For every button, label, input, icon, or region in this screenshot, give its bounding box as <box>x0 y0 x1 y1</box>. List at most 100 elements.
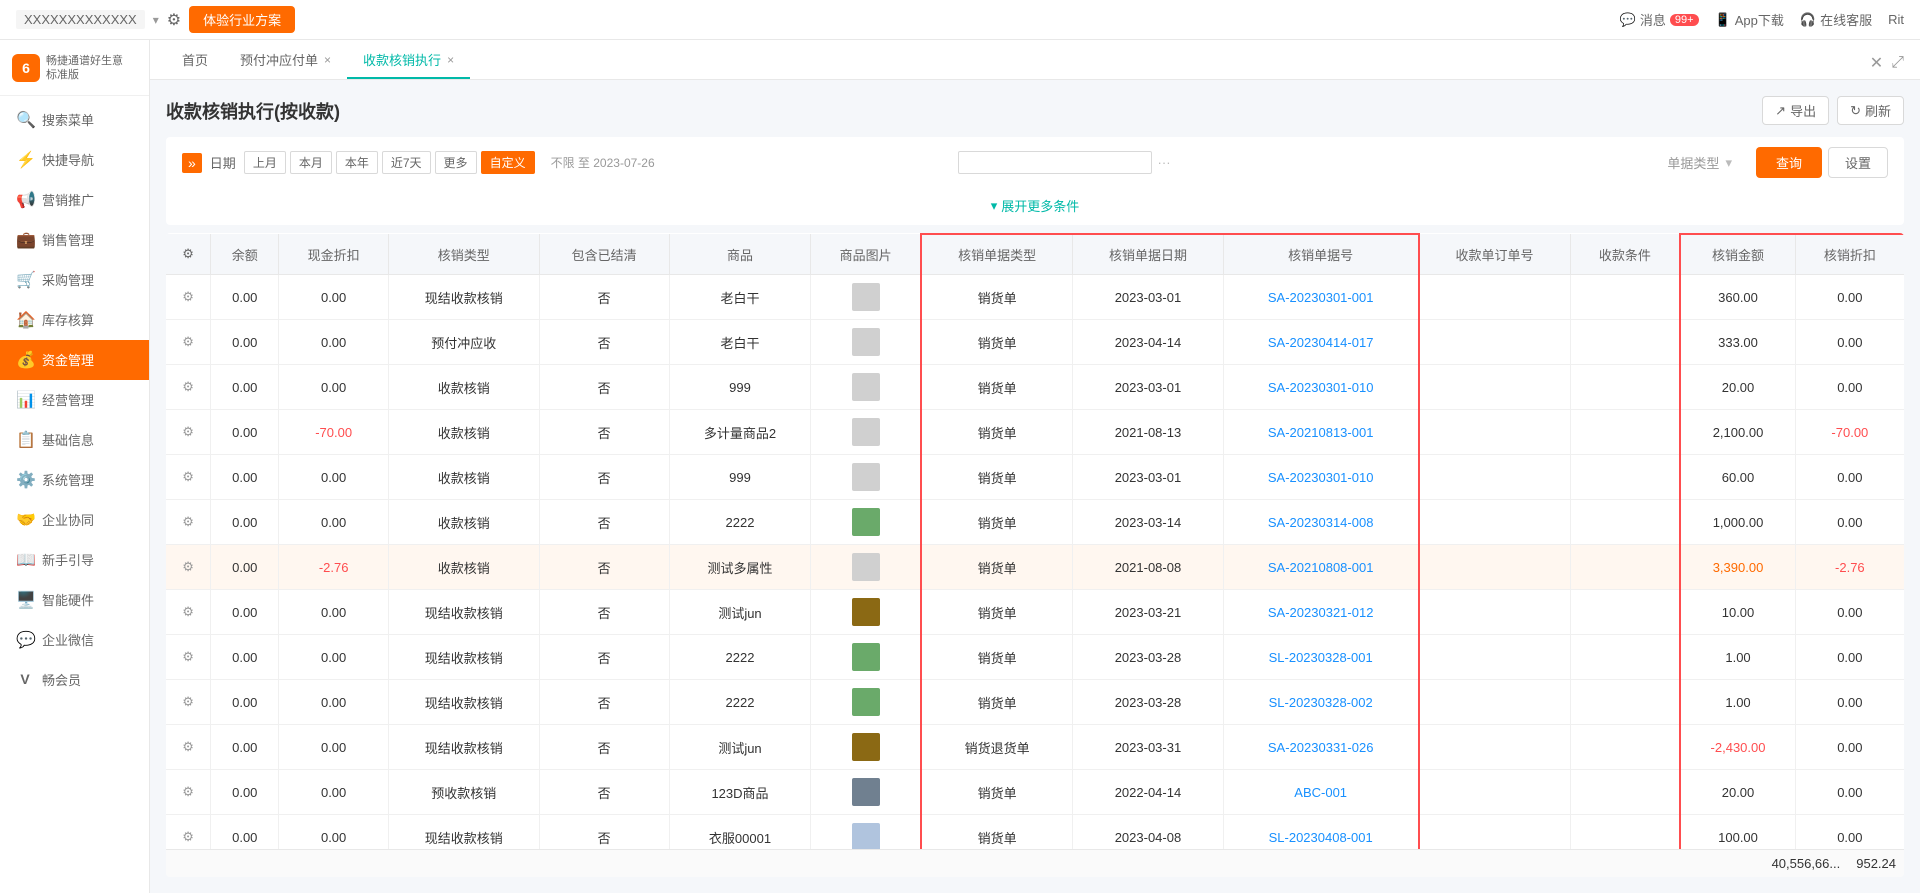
sidebar-item-search[interactable]: 🔍 搜索菜单 <box>0 100 149 140</box>
tab-collection-close[interactable]: × <box>447 53 454 67</box>
tab-prepay[interactable]: 预付冲应付单 × <box>224 42 347 79</box>
filter-this-year[interactable]: 本年 <box>336 151 378 174</box>
sidebar-item-marketing[interactable]: 📢 营销推广 <box>0 180 149 220</box>
row-bill-no[interactable]: SA-20230301-010 <box>1223 365 1418 410</box>
row-bill-type: 销货单 <box>921 275 1073 320</box>
col-header-type: 核销类型 <box>388 234 539 275</box>
filter-this-month[interactable]: 本月 <box>290 151 332 174</box>
sidebar-item-system[interactable]: ⚙️ 系统管理 <box>0 460 149 500</box>
row-bill-no[interactable]: SA-20230301-001 <box>1223 275 1418 320</box>
sidebar-item-member[interactable]: V 畅会员 <box>0 660 149 699</box>
row-type: 现结收款核销 <box>388 680 539 725</box>
filter-more[interactable]: 更多 <box>435 151 477 174</box>
table-body: ⚙ 0.00 0.00 现结收款核销 否 老白干 销货单 2023-03-01 … <box>166 275 1904 850</box>
filter-last-month[interactable]: 上月 <box>244 151 286 174</box>
tab-prepay-close[interactable]: × <box>324 53 331 67</box>
row-goods-img <box>811 500 921 545</box>
row-bill-no[interactable]: SA-20230314-008 <box>1223 500 1418 545</box>
sidebar-item-inventory[interactable]: 🏠 库存核算 <box>0 300 149 340</box>
page-actions: ↗ 导出 ↻ 刷新 <box>1762 96 1904 125</box>
message-item[interactable]: 💬 消息 99+ <box>1620 10 1699 29</box>
row-gear[interactable]: ⚙ <box>166 545 211 590</box>
table-scroll[interactable]: ⚙ 余额 现金折扣 核销类型 包含已结清 商品 商品图片 核销单据类型 核销单据… <box>166 233 1904 849</box>
sidebar-item-operations[interactable]: 📊 经营管理 <box>0 380 149 420</box>
row-bill-no[interactable]: ABC-001 <box>1223 770 1418 815</box>
row-gear[interactable]: ⚙ <box>166 725 211 770</box>
company-dropdown-icon[interactable]: ▾ <box>153 13 159 27</box>
row-bill-type: 销货单 <box>921 320 1073 365</box>
row-payment-term <box>1570 410 1680 455</box>
tab-home[interactable]: 首页 <box>166 42 224 79</box>
counterpart-input[interactable] <box>958 151 1152 174</box>
row-gear[interactable]: ⚙ <box>166 410 211 455</box>
setting-button[interactable]: 设置 <box>1828 147 1888 178</box>
row-gear[interactable]: ⚙ <box>166 680 211 725</box>
app-download-item[interactable]: 📱 App下载 <box>1715 10 1784 29</box>
row-bill-date: 2023-03-01 <box>1073 275 1224 320</box>
row-balance: 0.00 <box>211 545 279 590</box>
sidebar-item-wechat[interactable]: 💬 企业微信 <box>0 620 149 660</box>
sidebar-logo: 6 畅捷通谱好生意 标准版 <box>0 48 149 96</box>
main-content: 首页 预付冲应付单 × 收款核销执行 × ✕ ⤢ 收款核销执行(按收款) <box>150 40 1920 893</box>
export-button[interactable]: ↗ 导出 <box>1762 96 1829 125</box>
row-goods-img <box>811 275 921 320</box>
download-icon: 📱 <box>1715 12 1731 28</box>
tab-expand-icon[interactable]: ⤢ <box>1891 54 1904 72</box>
row-settled: 否 <box>539 365 669 410</box>
sidebar-item-guide[interactable]: 📖 新手引导 <box>0 540 149 580</box>
row-bill-no[interactable]: SA-20230331-026 <box>1223 725 1418 770</box>
row-type: 收款核销 <box>388 500 539 545</box>
company-name[interactable]: XXXXXXXXXXXXX <box>16 10 145 29</box>
refresh-button[interactable]: ↻ 刷新 <box>1837 96 1904 125</box>
row-bill-no[interactable]: SA-20230301-010 <box>1223 455 1418 500</box>
finance-icon: 💰 <box>16 350 34 370</box>
row-gear[interactable]: ⚙ <box>166 455 211 500</box>
table-row: ⚙ 0.00 0.00 收款核销 否 999 销货单 2023-03-01 SA… <box>166 455 1904 500</box>
solution-button[interactable]: 体验行业方案 <box>189 6 295 33</box>
table-row: ⚙ 0.00 0.00 现结收款核销 否 2222 销货单 2023-03-28… <box>166 680 1904 725</box>
row-gear[interactable]: ⚙ <box>166 275 211 320</box>
online-service-item[interactable]: 🎧 在线客服 <box>1800 10 1872 29</box>
row-bill-no[interactable]: SA-20230321-012 <box>1223 590 1418 635</box>
row-goods-img <box>811 320 921 365</box>
settings-icon[interactable]: ⚙ <box>167 10 181 30</box>
row-gear[interactable]: ⚙ <box>166 365 211 410</box>
query-button[interactable]: 查询 <box>1756 147 1822 178</box>
tab-close-all-icon[interactable]: ✕ <box>1870 53 1883 73</box>
sidebar-item-sales[interactable]: 💼 销售管理 <box>0 220 149 260</box>
row-gear[interactable]: ⚙ <box>166 320 211 365</box>
row-bill-no[interactable]: SL-20230328-002 <box>1223 680 1418 725</box>
row-gear[interactable]: ⚙ <box>166 590 211 635</box>
row-gear[interactable]: ⚙ <box>166 500 211 545</box>
row-goods-img <box>811 725 921 770</box>
expand-more-button[interactable]: ▾ 展开更多条件 <box>991 196 1080 215</box>
date-filter-label: 日期 <box>210 153 236 172</box>
sidebar-item-quick-nav[interactable]: ⚡ 快捷导航 <box>0 140 149 180</box>
row-bill-no[interactable]: SL-20230408-001 <box>1223 815 1418 850</box>
row-bill-no[interactable]: SA-20230414-017 <box>1223 320 1418 365</box>
row-bill-no[interactable]: SL-20230328-001 <box>1223 635 1418 680</box>
table-row: ⚙ 0.00 0.00 现结收款核销 否 衣服00001 销货单 2023-04… <box>166 815 1904 850</box>
sidebar-item-purchase[interactable]: 🛒 采购管理 <box>0 260 149 300</box>
sidebar-item-basics[interactable]: 📋 基础信息 <box>0 420 149 460</box>
sidebar-item-finance[interactable]: 💰 资金管理 <box>0 340 149 380</box>
row-gear[interactable]: ⚙ <box>166 815 211 850</box>
tab-collection[interactable]: 收款核销执行 × <box>347 42 470 79</box>
counterpart-dots: ··· <box>1158 155 1171 170</box>
row-type: 预付冲应收 <box>388 320 539 365</box>
footer-total-discount: 952.24 <box>1856 856 1896 871</box>
filter-date-options: 上月 本月 本年 近7天 更多 自定义 <box>244 151 535 174</box>
row-order-no <box>1419 770 1571 815</box>
row-gear[interactable]: ⚙ <box>166 770 211 815</box>
filter-7days[interactable]: 近7天 <box>382 151 431 174</box>
row-bill-no[interactable]: SA-20210813-001 <box>1223 410 1418 455</box>
message-badge: 99+ <box>1670 14 1699 26</box>
filter-custom[interactable]: 自定义 <box>481 151 535 174</box>
row-bill-date: 2021-08-13 <box>1073 410 1224 455</box>
sidebar-item-enterprise[interactable]: 🤝 企业协同 <box>0 500 149 540</box>
filter-expand-arrow[interactable]: » <box>182 153 202 173</box>
row-gear[interactable]: ⚙ <box>166 635 211 680</box>
user-item[interactable]: Rit <box>1888 12 1904 27</box>
row-bill-no[interactable]: SA-20210808-001 <box>1223 545 1418 590</box>
sidebar-item-hardware[interactable]: 🖥️ 智能硬件 <box>0 580 149 620</box>
